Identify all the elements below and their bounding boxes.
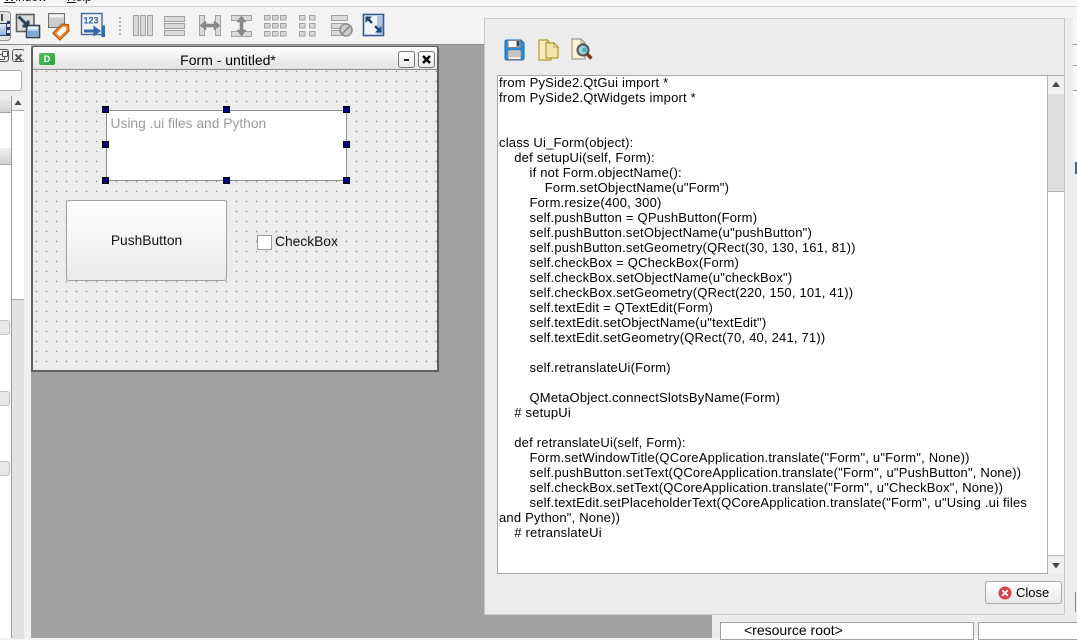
svg-text:123: 123 — [84, 16, 99, 26]
